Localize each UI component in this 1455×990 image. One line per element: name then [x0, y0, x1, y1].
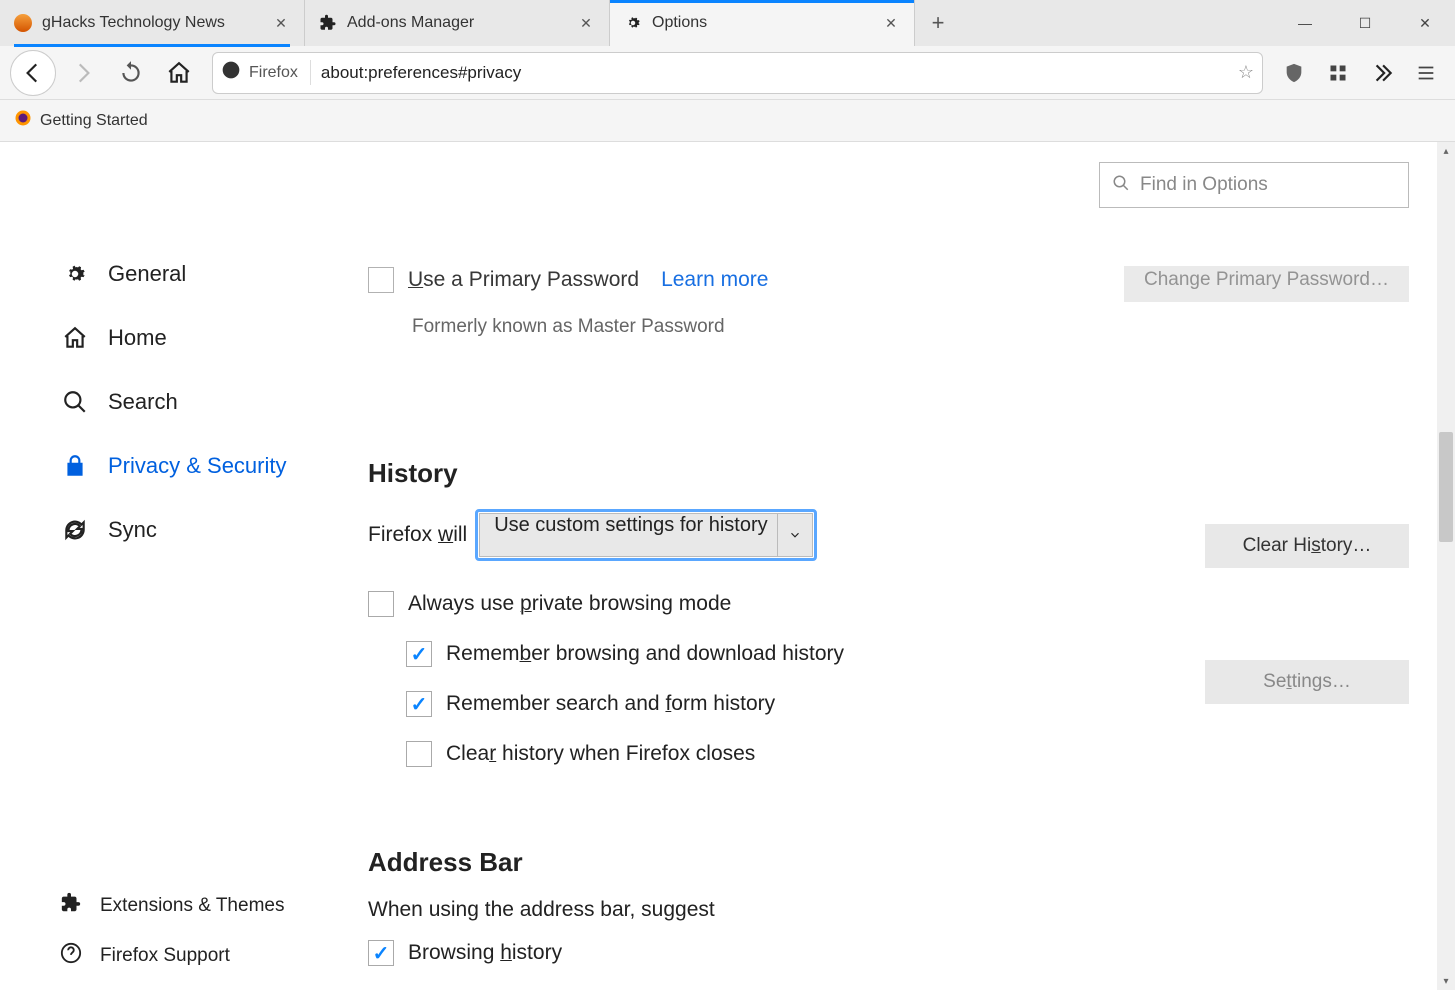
- firefox-logo-icon: [221, 60, 241, 85]
- primary-password-row: Use a Primary Password Learn more Change…: [368, 258, 1409, 302]
- close-tab-icon[interactable]: ✕: [577, 14, 595, 32]
- use-primary-password-label: Use a Primary Password: [408, 268, 639, 292]
- reload-button[interactable]: [110, 52, 152, 94]
- sidebar-item-label: Search: [108, 389, 178, 415]
- sidebar-extensions-themes[interactable]: Extensions & Themes: [60, 892, 284, 920]
- sidebar-item-sync[interactable]: Sync: [60, 498, 360, 562]
- find-in-options[interactable]: [1099, 162, 1409, 208]
- tab-ghacks[interactable]: gHacks Technology News ✕: [0, 0, 305, 46]
- scroll-up-icon[interactable]: ▴: [1437, 142, 1455, 160]
- history-mode-select[interactable]: Use custom settings for history: [479, 513, 812, 557]
- search-icon: [1112, 174, 1130, 197]
- address-bar-heading: Address Bar: [368, 847, 1409, 878]
- clear-on-close-label: Clear history when Firefox closes: [446, 742, 755, 766]
- identity-box[interactable]: Firefox: [221, 60, 311, 85]
- bookmark-getting-started[interactable]: Getting Started: [14, 109, 148, 132]
- learn-more-link[interactable]: Learn more: [661, 268, 768, 292]
- change-primary-password-button[interactable]: Change Prrimary Password…imary Password…: [1124, 258, 1409, 302]
- search-icon: [60, 387, 90, 417]
- close-window-button[interactable]: ✕: [1395, 0, 1455, 46]
- close-tab-icon[interactable]: ✕: [272, 14, 290, 32]
- find-in-options-input[interactable]: [1140, 174, 1396, 196]
- history-settings-button[interactable]: Settings…: [1205, 660, 1409, 704]
- window-controls: — ☐ ✕: [1275, 0, 1455, 46]
- sidebar-item-home[interactable]: Home: [60, 306, 360, 370]
- sidebar-item-label: Privacy & Security: [108, 453, 287, 479]
- always-private-label: Always use private browsing mode: [408, 592, 731, 616]
- suggest-history-label: Browsing history: [408, 941, 562, 965]
- favicon-ghacks: [14, 14, 32, 32]
- sidebar-item-privacy[interactable]: Privacy & Security: [60, 434, 360, 498]
- menu-button[interactable]: [1407, 54, 1445, 92]
- back-button[interactable]: [10, 50, 56, 96]
- tab-label: gHacks Technology News: [42, 14, 262, 32]
- sidebar-item-general[interactable]: General: [60, 242, 360, 306]
- firefox-will-label: Firefox will: [368, 523, 467, 547]
- nav-toolbar: Firefox about:preferences#privacy ☆: [0, 46, 1455, 100]
- tab-options[interactable]: Options ✕: [610, 0, 915, 46]
- home-button[interactable]: [158, 52, 200, 94]
- bookmarks-bar: Getting Started: [0, 100, 1455, 142]
- remember-browsing-checkbox[interactable]: [406, 641, 432, 667]
- new-tab-button[interactable]: +: [915, 0, 961, 46]
- bookmark-star-icon[interactable]: ☆: [1238, 62, 1254, 83]
- home-icon: [60, 323, 90, 353]
- maximize-button[interactable]: ☐: [1335, 0, 1395, 46]
- tab-bar: gHacks Technology News ✕ Add-ons Manager…: [0, 0, 1455, 46]
- primary-password-note: Formerly known as Master Password: [412, 316, 1409, 338]
- history-heading: History: [368, 458, 1409, 489]
- scrollbar-thumb[interactable]: [1439, 432, 1453, 542]
- lock-icon: [60, 451, 90, 481]
- tab-label: Add-ons Manager: [347, 14, 567, 32]
- grid-icon[interactable]: [1319, 54, 1357, 92]
- puzzle-icon: [60, 892, 82, 920]
- remember-browsing-label: Remember browsing and download history: [446, 642, 844, 666]
- sidebar-item-label: General: [108, 261, 186, 287]
- sidebar-item-search[interactable]: Search: [60, 370, 360, 434]
- history-mode-value: Use custom settings for history: [479, 513, 812, 557]
- remember-search-label: Remember search and form history: [446, 692, 775, 716]
- url-bar[interactable]: Firefox about:preferences#privacy ☆: [212, 52, 1263, 94]
- remember-search-checkbox[interactable]: [406, 691, 432, 717]
- preferences-page: General Home Search Privacy & Security S…: [0, 142, 1437, 990]
- sidebar-item-label: Sync: [108, 517, 157, 543]
- firefox-icon: [14, 109, 32, 132]
- forward-button[interactable]: [62, 52, 104, 94]
- preferences-main: Use a Primary Password Learn more Change…: [360, 142, 1437, 990]
- sidebar-firefox-support[interactable]: Firefox Support: [60, 942, 284, 970]
- overflow-icon[interactable]: [1363, 54, 1401, 92]
- tab-label: Options: [652, 14, 872, 32]
- sidebar-item-label: Home: [108, 325, 167, 351]
- sidebar-item-label: Firefox Support: [100, 945, 230, 967]
- ublock-icon[interactable]: [1275, 54, 1313, 92]
- use-primary-password-checkbox[interactable]: [368, 267, 394, 293]
- clear-history-button[interactable]: Clear History…: [1205, 524, 1409, 568]
- gear-icon: [624, 14, 642, 32]
- suggest-history-checkbox[interactable]: [368, 940, 394, 966]
- clear-on-close-checkbox[interactable]: [406, 741, 432, 767]
- close-tab-icon[interactable]: ✕: [882, 14, 900, 32]
- minimize-button[interactable]: —: [1275, 0, 1335, 46]
- scroll-down-icon[interactable]: ▾: [1437, 972, 1455, 990]
- help-icon: [60, 942, 82, 970]
- address-bar-subtitle: When using the address bar, suggest: [368, 898, 1409, 922]
- identity-label: Firefox: [249, 64, 298, 82]
- gear-icon: [60, 259, 90, 289]
- tab-addons[interactable]: Add-ons Manager ✕: [305, 0, 610, 46]
- always-private-checkbox[interactable]: [368, 591, 394, 617]
- preferences-sidebar: General Home Search Privacy & Security S…: [0, 142, 360, 990]
- bookmark-label: Getting Started: [40, 112, 148, 130]
- puzzle-icon: [319, 14, 337, 32]
- sync-icon: [60, 515, 90, 545]
- sidebar-item-label: Extensions & Themes: [100, 895, 284, 917]
- vertical-scrollbar[interactable]: ▴ ▾: [1437, 142, 1455, 990]
- url-text: about:preferences#privacy: [321, 63, 1228, 83]
